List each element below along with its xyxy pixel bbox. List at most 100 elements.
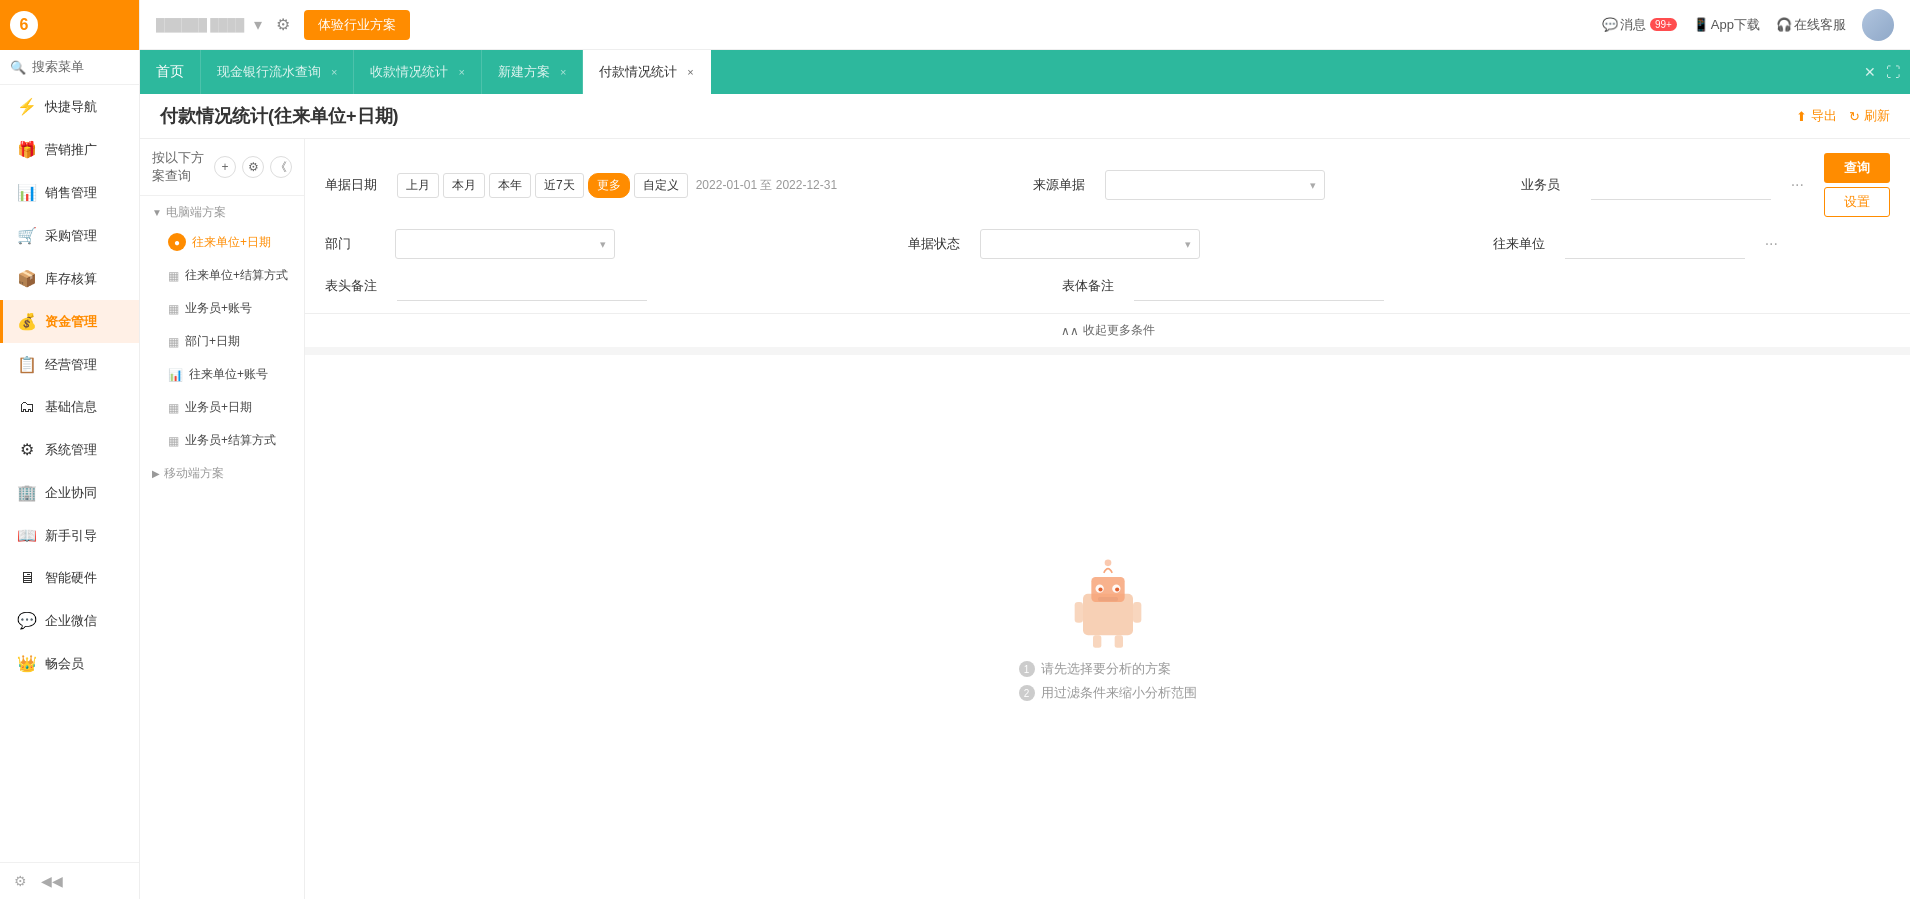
topbar: ██████ ████ ▾ ⚙ 体验行业方案 💬 消息 99+ 📱 App下载 …: [140, 0, 1910, 50]
counterpart-dots[interactable]: ···: [1765, 235, 1778, 253]
topbar-dropdown-icon[interactable]: ▾: [254, 15, 262, 34]
window-close-btn[interactable]: ✕: [1864, 64, 1876, 80]
scheme-item-label: 往来单位+账号: [189, 366, 268, 383]
scheme-item-label: 往来单位+结算方式: [185, 267, 288, 284]
scheme-item-salesman-date[interactable]: ▦ 业务员+日期: [140, 391, 304, 424]
scheme-item-label: 部门+日期: [185, 333, 240, 350]
topbar-breadcrumb: ██████ ████: [156, 18, 244, 32]
desktop-group-arrow[interactable]: ▼: [152, 207, 162, 218]
messages-action[interactable]: 💬 消息 99+: [1602, 16, 1677, 34]
salesman-input[interactable]: [1591, 170, 1771, 200]
tip-num-2: 2: [1019, 685, 1035, 701]
sidebar-item-system[interactable]: ⚙ 系统管理: [0, 428, 139, 471]
sidebar-item-purchase[interactable]: 🛒 采购管理: [0, 214, 139, 257]
search-icon: 🔍: [10, 60, 26, 75]
scheme-item-counterpart-account[interactable]: 📊 往来单位+账号: [140, 358, 304, 391]
scheme-item-dept-date[interactable]: ▦ 部门+日期: [140, 325, 304, 358]
sidebar-item-label: 经营管理: [45, 356, 97, 374]
scheme-group-mobile: ▶ 移动端方案: [140, 457, 304, 486]
collapse-more-btn[interactable]: ∧∧ 收起更多条件: [305, 313, 1910, 347]
sidebar-settings-icon[interactable]: ⚙: [14, 873, 27, 889]
app-download-action[interactable]: 📱 App下载: [1693, 16, 1760, 34]
tab-payment-close[interactable]: ×: [687, 66, 693, 78]
dept-select[interactable]: ▾: [395, 229, 615, 259]
content-body: 按以下方案查询 + ⚙ 《 ▼ 电脑端方案 ● 往来单位+日期 ▦ 往来单位+结…: [140, 139, 1910, 899]
tab-new-scheme[interactable]: 新建方案 ×: [482, 50, 583, 94]
source-voucher-chevron: ▾: [1310, 179, 1316, 192]
sidebar-collapse-icon[interactable]: ◀◀: [41, 873, 63, 889]
date-btn-custom[interactable]: 自定义: [634, 173, 688, 198]
empty-tip-row-1: 1 请先选择要分析的方案: [1019, 660, 1197, 678]
tab-home[interactable]: 首页: [140, 50, 201, 94]
trial-btn[interactable]: 体验行业方案: [304, 10, 410, 40]
user-avatar[interactable]: [1862, 9, 1894, 41]
tab-window-controls: ✕ ⛶: [1854, 50, 1910, 94]
topbar-settings-icon[interactable]: ⚙: [272, 14, 294, 36]
tab-bank-flow-label: 现金银行流水查询: [217, 63, 321, 81]
tab-collection-close[interactable]: ×: [458, 66, 464, 78]
header-note-label: 表头备注: [325, 277, 377, 295]
refresh-icon: ↻: [1849, 109, 1860, 124]
filter-settings-btn[interactable]: 设置: [1824, 187, 1890, 217]
sidebar-item-basic[interactable]: 🗂 基础信息: [0, 386, 139, 428]
voucher-status-select[interactable]: ▾: [980, 229, 1200, 259]
filter-area: 单据日期 上月 本月 本年 近7天 更多 自定义 2022-01-01 至 20…: [305, 139, 1910, 899]
scheme-item-salesman-account[interactable]: ▦ 业务员+账号: [140, 292, 304, 325]
app-download-label: App下载: [1711, 16, 1760, 34]
scheme-item-salesman-settlement[interactable]: ▦ 业务员+结算方式: [140, 424, 304, 457]
refresh-btn[interactable]: ↻ 刷新: [1849, 107, 1890, 125]
sidebar-item-finance[interactable]: 💰 资金管理: [0, 300, 139, 343]
counterpart-input[interactable]: [1565, 229, 1745, 259]
header-note-input[interactable]: [397, 271, 647, 301]
scheme-item-counterpart-date[interactable]: ● 往来单位+日期: [140, 225, 304, 259]
sidebar-item-hardware[interactable]: 🖥 智能硬件: [0, 557, 139, 599]
quick-nav-icon: ⚡: [17, 97, 37, 116]
scheme-settings-btn[interactable]: ⚙: [242, 156, 264, 178]
sidebar-item-sales[interactable]: 📊 销售管理: [0, 171, 139, 214]
svg-rect-9: [1093, 635, 1101, 648]
messages-icon: 💬: [1602, 17, 1618, 32]
date-btn-this-year[interactable]: 本年: [489, 173, 531, 198]
sidebar-item-marketing[interactable]: 🎁 营销推广: [0, 128, 139, 171]
export-icon: ⬆: [1796, 109, 1807, 124]
tab-collection-stats[interactable]: 收款情况统计 ×: [354, 50, 481, 94]
date-btn-this-month[interactable]: 本月: [443, 173, 485, 198]
salesman-dots[interactable]: ···: [1791, 176, 1804, 194]
sidebar-item-wechat[interactable]: 💬 企业微信: [0, 599, 139, 642]
date-btn-7days[interactable]: 近7天: [535, 173, 584, 198]
tab-new-scheme-close[interactable]: ×: [560, 66, 566, 78]
date-btn-last-month[interactable]: 上月: [397, 173, 439, 198]
purchase-icon: 🛒: [17, 226, 37, 245]
headset-icon: 🎧: [1776, 17, 1792, 32]
sidebar-item-label: 快捷导航: [45, 98, 97, 116]
sidebar-item-inventory[interactable]: 📦 库存核算: [0, 257, 139, 300]
scheme-panel-header-label: 按以下方案查询: [152, 149, 208, 185]
sidebar-item-member[interactable]: 👑 畅会员: [0, 642, 139, 685]
member-icon: 👑: [17, 654, 37, 673]
body-note-input[interactable]: [1134, 271, 1384, 301]
scheme-item-label: 业务员+结算方式: [185, 432, 276, 449]
tab-bank-flow[interactable]: 现金银行流水查询 ×: [201, 50, 354, 94]
scheme-add-btn[interactable]: +: [214, 156, 236, 178]
tab-payment-stats[interactable]: 付款情况统计 ×: [583, 50, 710, 94]
tip-text-1: 请先选择要分析的方案: [1041, 660, 1171, 678]
scheme-item-counterpart-settlement[interactable]: ▦ 往来单位+结算方式: [140, 259, 304, 292]
query-btn[interactable]: 查询: [1824, 153, 1890, 183]
source-voucher-select[interactable]: ▾: [1105, 170, 1325, 200]
sidebar-item-operation[interactable]: 📋 经营管理: [0, 343, 139, 386]
sidebar-item-label: 基础信息: [45, 398, 97, 416]
date-btn-more[interactable]: 更多: [588, 173, 630, 198]
sidebar-search[interactable]: 🔍 搜索菜单: [0, 50, 139, 85]
sidebar-item-label: 企业微信: [45, 612, 97, 630]
scheme-collapse-btn[interactable]: 《: [270, 156, 292, 178]
body-note-label: 表体备注: [1062, 277, 1114, 295]
mobile-group-arrow[interactable]: ▶: [152, 468, 160, 479]
tab-bank-flow-close[interactable]: ×: [331, 66, 337, 78]
source-voucher-label: 来源单据: [1033, 176, 1085, 194]
export-btn[interactable]: ⬆ 导出: [1796, 107, 1837, 125]
tab-collection-stats-label: 收款情况统计: [370, 63, 448, 81]
online-service-action[interactable]: 🎧 在线客服: [1776, 16, 1846, 34]
window-maximize-btn[interactable]: ⛶: [1886, 64, 1900, 80]
sidebar-item-quick-nav[interactable]: ⚡ 快捷导航: [0, 85, 139, 128]
sidebar-item-guide[interactable]: 📖 新手引导: [0, 514, 139, 557]
